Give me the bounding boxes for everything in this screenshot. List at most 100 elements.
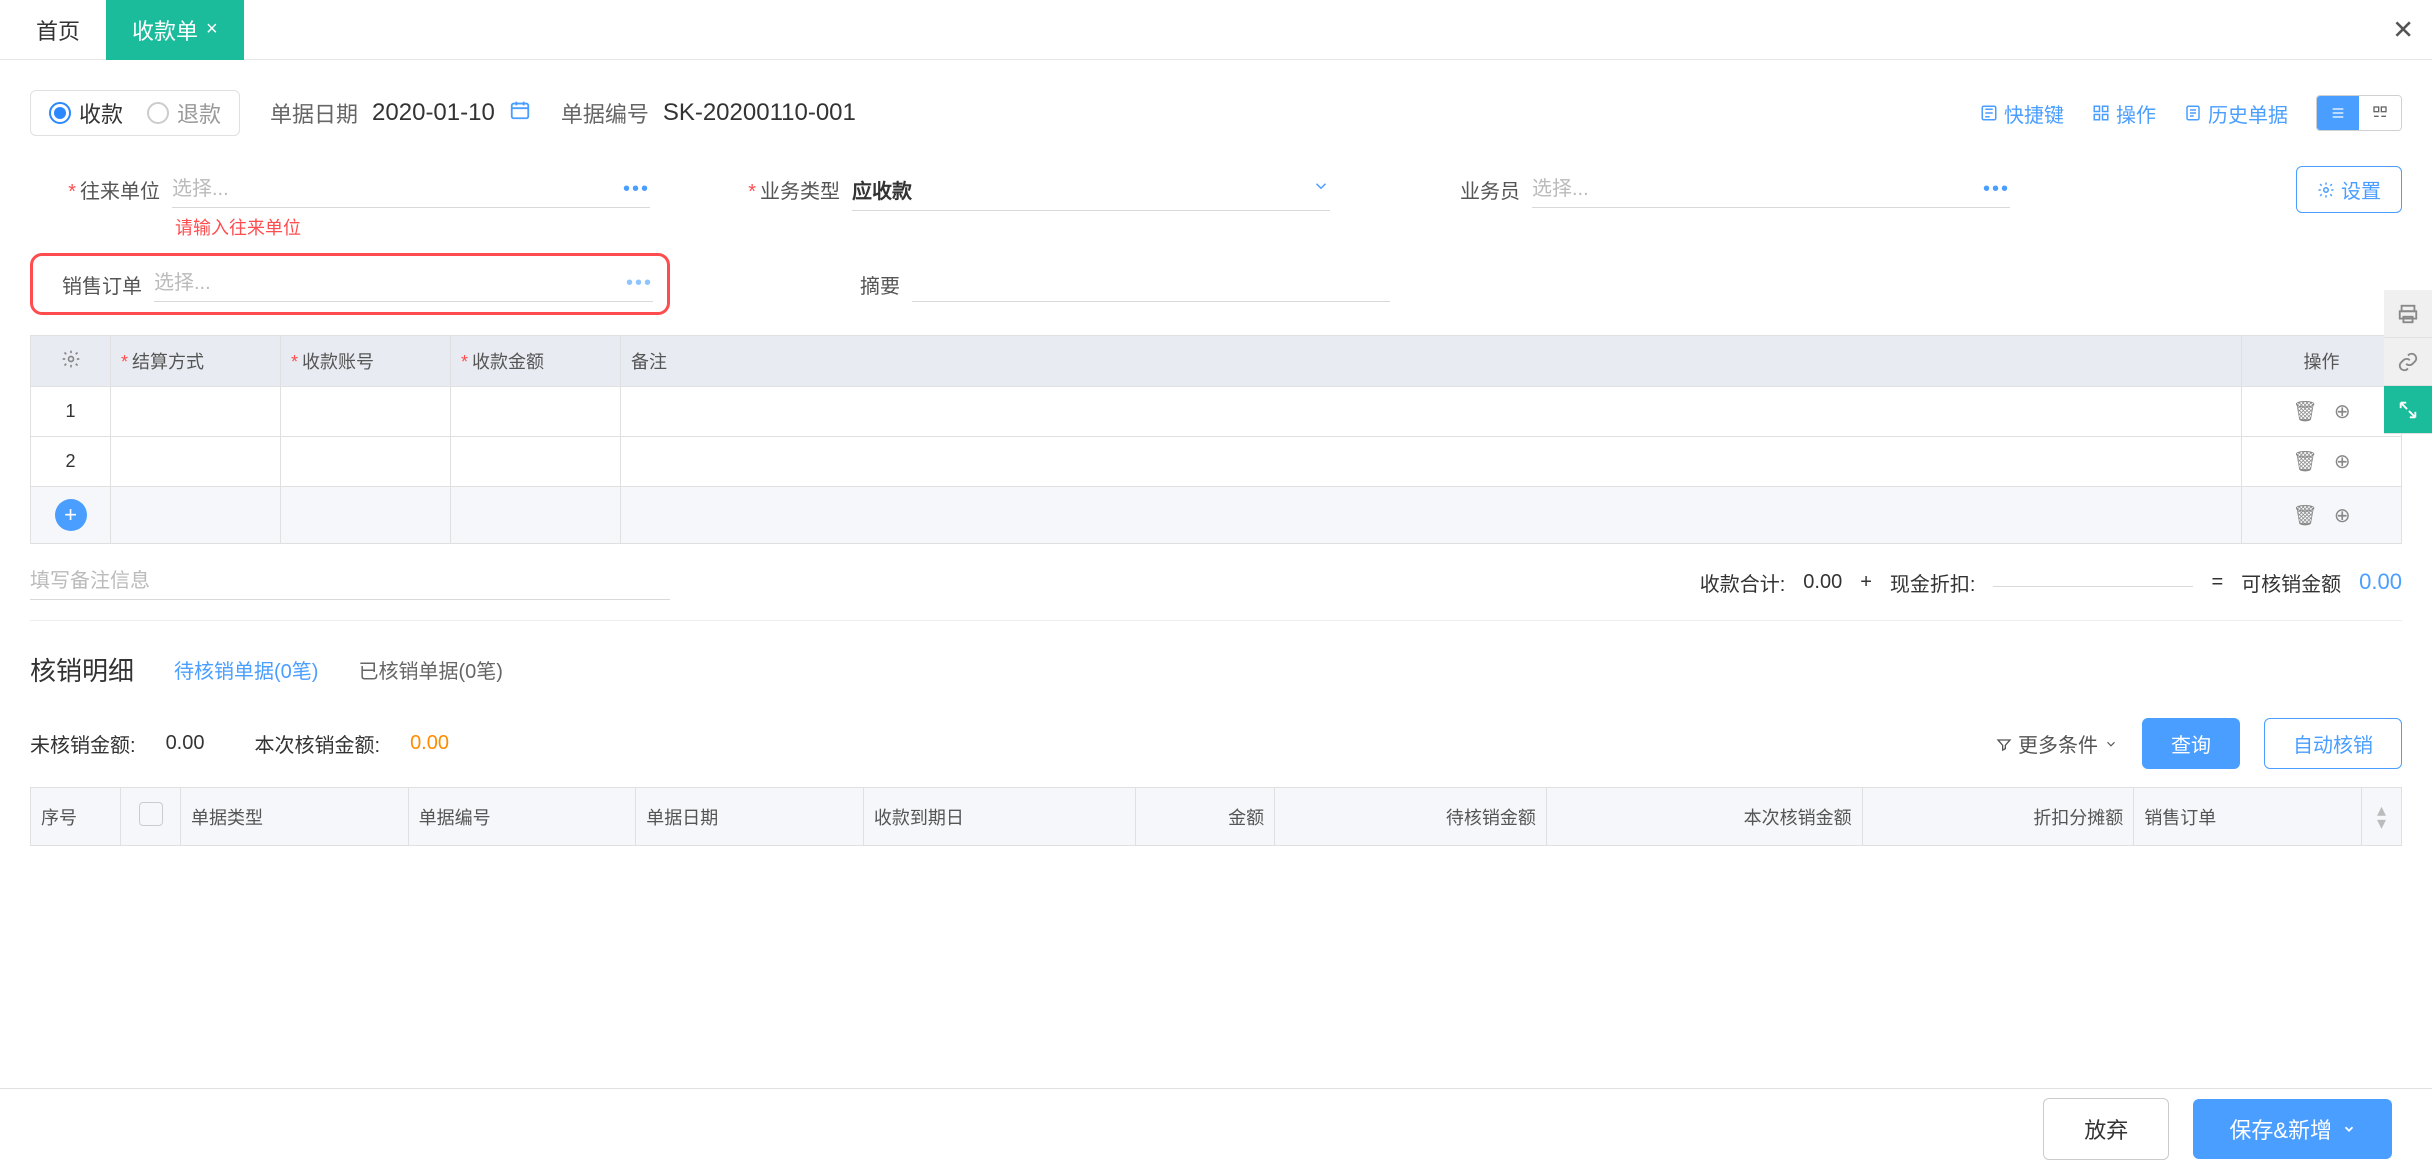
more-conditions[interactable]: 更多条件 (1996, 729, 2118, 758)
doc-date: 单据日期 2020-01-10 (270, 97, 531, 129)
verifiable-value: 0.00 (2359, 569, 2402, 595)
biz-type-select[interactable]: 应收款 (852, 169, 1330, 211)
sales-order-input[interactable] (154, 272, 626, 295)
radio-receive[interactable]: 收款 (49, 97, 123, 129)
verify-title: 核销明细 (30, 651, 134, 688)
query-button[interactable]: 查询 (2142, 718, 2240, 769)
dots-icon[interactable]: ••• (1983, 178, 2010, 201)
verify-table: 序号 单据类型 单据编号 单据日期 收款到期日 金额 待核销金额 本次核销金额 … (30, 787, 2402, 846)
verify-title-row: 核销明细 待核销单据(0笔) 已核销单据(0笔) (30, 651, 2402, 688)
settings-button[interactable]: 设置 (2296, 166, 2402, 213)
tab-receipt[interactable]: 收款单 × (106, 0, 244, 60)
operate-link[interactable]: 操作 (2092, 99, 2156, 128)
equals: = (2211, 571, 2223, 594)
dcol-seq: 序号 (31, 788, 121, 846)
summary-input[interactable] (912, 272, 1390, 295)
sales-order-highlight: 销售订单 ••• (30, 253, 670, 315)
col-remark: 备注 (621, 336, 2242, 387)
calendar-icon[interactable] (509, 99, 531, 127)
radio-circle-icon (147, 102, 169, 124)
doc-no-label: 单据编号 (561, 97, 649, 129)
this-time-value: 0.00 (410, 732, 449, 755)
chevron-down-icon[interactable] (1312, 177, 1330, 201)
gear-header[interactable] (31, 336, 111, 387)
delete-icon[interactable]: 🗑 (2292, 503, 2317, 528)
chevron-down-icon (2104, 737, 2118, 751)
history-link[interactable]: 历史单据 (2184, 99, 2288, 128)
delete-icon[interactable]: 🗑 (2292, 449, 2317, 474)
auto-verify-button[interactable]: 自动核销 (2264, 718, 2402, 769)
float-icons (2384, 290, 2432, 434)
tab-home[interactable]: 首页 (10, 0, 106, 60)
copy-icon[interactable]: ⊕ (2334, 399, 2351, 424)
shortcut-link[interactable]: 快捷键 (1980, 99, 2064, 128)
clerk-label: 业务员 (1390, 175, 1520, 204)
summary-input-wrap[interactable] (912, 266, 1390, 302)
dcol-amount: 金额 (1135, 788, 1275, 846)
col-account: *收款账号 (281, 336, 451, 387)
form-clerk: 业务员 ••• (1390, 166, 2010, 213)
save-label: 保存&新增 (2229, 1113, 2332, 1145)
unit-error: 请输入往来单位 (175, 214, 301, 240)
discount-label: 现金折扣: (1890, 568, 1976, 597)
operate-label: 操作 (2116, 99, 2156, 128)
radio-group: 收款 退款 (30, 90, 240, 136)
clerk-input[interactable] (1532, 178, 1983, 201)
more-cond-label: 更多条件 (2018, 729, 2098, 758)
verifiable-label: 可核销金额 (2241, 568, 2341, 597)
col-ops: 操作 (2242, 336, 2402, 387)
dcol-this: 本次核销金额 (1546, 788, 1862, 846)
header-right: 快捷键 操作 历史单据 (1980, 95, 2402, 131)
top-tabs: 首页 收款单 × ✕ (0, 0, 2432, 60)
verify-subtabs: 待核销单据(0笔) 已核销单据(0笔) (174, 655, 503, 684)
view-list-icon[interactable] (2317, 96, 2359, 130)
clerk-select[interactable]: ••• (1532, 172, 2010, 208)
tab-close-icon[interactable]: × (206, 18, 218, 41)
radio-circle-icon (49, 102, 71, 124)
close-icon[interactable]: ✕ (2392, 14, 2414, 45)
unit-input[interactable] (172, 178, 623, 201)
sales-order-select[interactable]: ••• (154, 266, 653, 302)
summary-right: 收款合计: 0.00 + 现金折扣: = 可核销金额 0.00 (1700, 568, 2402, 597)
header-row: 收款 退款 单据日期 2020-01-10 单据编号 SK-20200110-0… (30, 90, 2402, 136)
table-row[interactable]: 1 🗑⊕ (31, 387, 2402, 437)
subtab-done[interactable]: 已核销单据(0笔) (358, 655, 502, 684)
unverified-label: 未核销金额: (30, 729, 136, 758)
dcol-scroll[interactable]: ▴▾ (2362, 788, 2402, 846)
dcol-discount: 折扣分摊额 (1862, 788, 2134, 846)
table-row[interactable]: 2 🗑⊕ (31, 437, 2402, 487)
chevron-down-icon (2342, 1122, 2356, 1136)
table-add-row: + 🗑 ⊕ (31, 487, 2402, 544)
remark-input[interactable] (30, 564, 670, 600)
dcol-pending: 待核销金额 (1275, 788, 1547, 846)
view-grid-icon[interactable] (2359, 96, 2401, 130)
total-value: 0.00 (1803, 571, 1842, 594)
dots-icon[interactable]: ••• (626, 272, 653, 295)
dots-icon[interactable]: ••• (623, 178, 650, 201)
link-icon[interactable] (2384, 338, 2432, 386)
copy-icon[interactable]: ⊕ (2334, 503, 2351, 528)
discount-input[interactable] (1993, 578, 2193, 587)
history-label: 历史单据 (2208, 99, 2288, 128)
copy-icon[interactable]: ⊕ (2334, 449, 2351, 474)
cancel-button[interactable]: 放弃 (2043, 1098, 2169, 1160)
payment-table: *结算方式 *收款账号 *收款金额 备注 操作 1 🗑⊕ 2 🗑⊕ (30, 335, 2402, 544)
dcol-no: 单据编号 (408, 788, 636, 846)
unit-select[interactable]: ••• (172, 172, 650, 208)
sales-order-label: 销售订单 (47, 270, 142, 299)
expand-icon[interactable] (2384, 386, 2432, 434)
dcol-checkbox[interactable] (121, 788, 181, 846)
subtab-pending[interactable]: 待核销单据(0笔) (174, 655, 318, 684)
radio-receive-label: 收款 (79, 97, 123, 129)
delete-icon[interactable]: 🗑 (2292, 399, 2317, 424)
tab-receipt-label: 收款单 (132, 14, 198, 46)
save-button[interactable]: 保存&新增 (2193, 1099, 2392, 1159)
print-icon[interactable] (2384, 290, 2432, 338)
summary-label: 摘要 (770, 270, 900, 299)
shortcut-label: 快捷键 (2004, 99, 2064, 128)
radio-refund[interactable]: 退款 (147, 97, 221, 129)
footer: 放弃 保存&新增 (0, 1088, 2432, 1168)
add-row-button[interactable]: + (55, 499, 87, 531)
radio-refund-label: 退款 (177, 97, 221, 129)
doc-date-value[interactable]: 2020-01-10 (372, 99, 495, 127)
